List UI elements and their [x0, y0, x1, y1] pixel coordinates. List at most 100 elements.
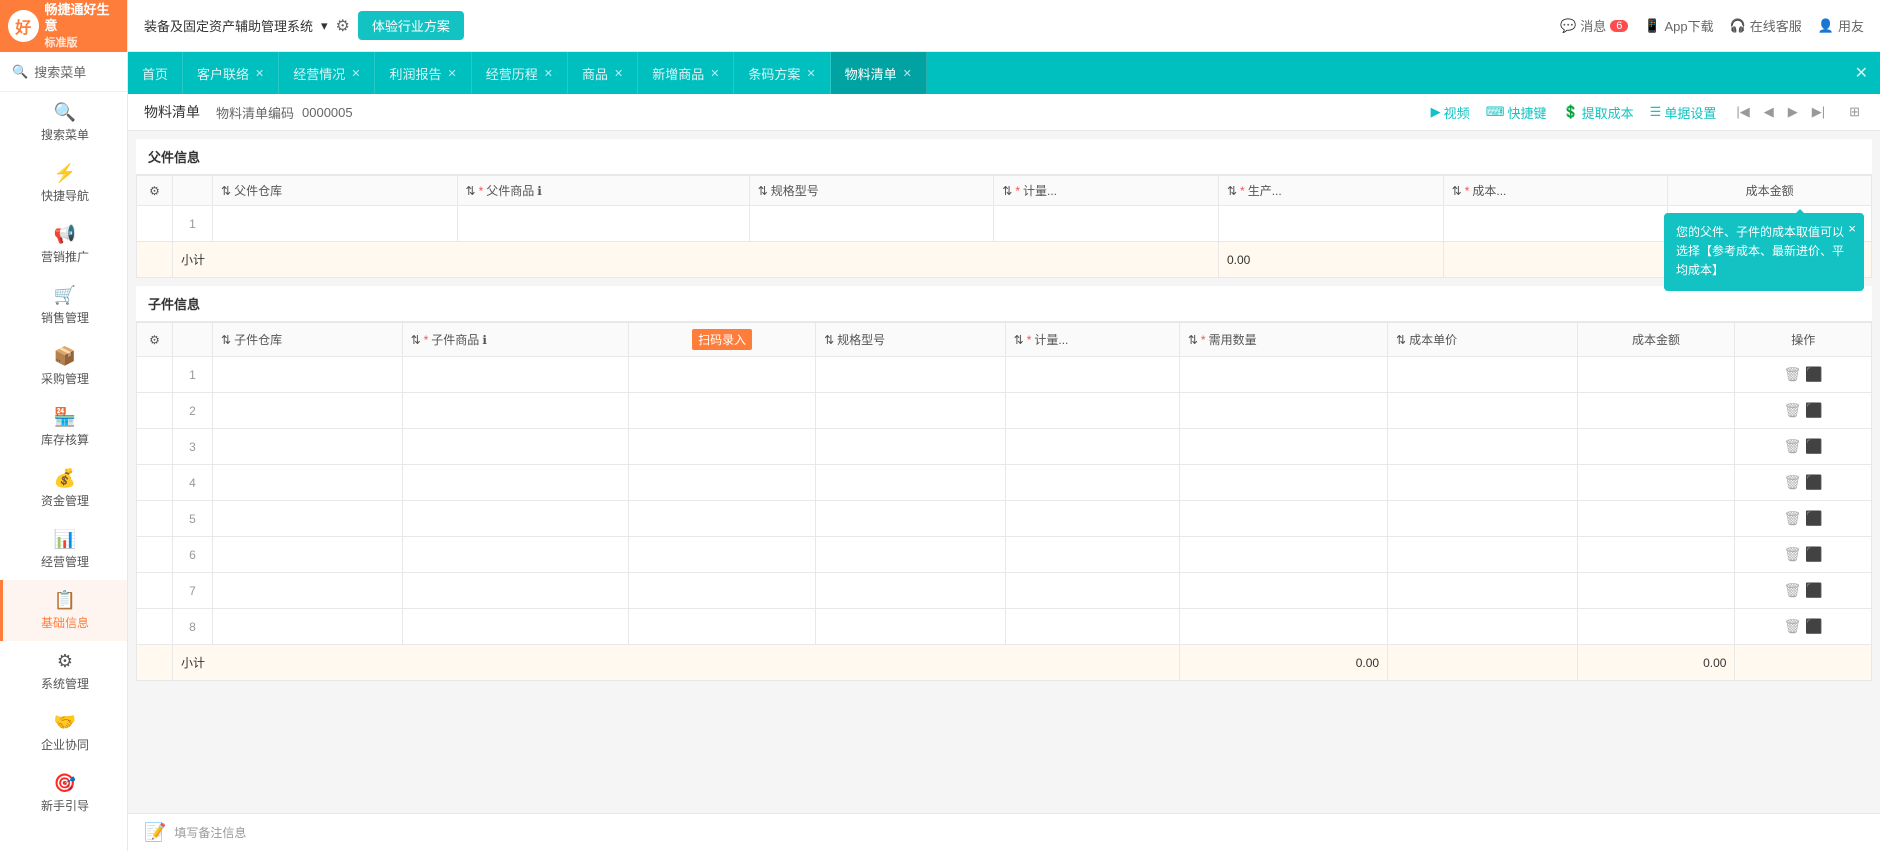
- child-row-spec-6[interactable]: [816, 573, 1006, 609]
- sidebar-item-5[interactable]: 🏪 库存核算: [0, 397, 127, 458]
- close-all-tabs-button[interactable]: ✕: [1843, 63, 1880, 83]
- copy-row-icon-6[interactable]: ⬛: [1805, 582, 1822, 599]
- child-row-unit-cost-7[interactable]: [1388, 609, 1578, 645]
- child-row-unit-cost-4[interactable]: [1388, 501, 1578, 537]
- parent-unit-sort[interactable]: ⇅: [1002, 184, 1012, 198]
- nav-tab-2[interactable]: 经营情况✕: [279, 52, 375, 94]
- dropdown-arrow[interactable]: ▾: [321, 18, 328, 34]
- parent-warehouse-sort[interactable]: ⇅: [221, 184, 231, 198]
- child-product-sort[interactable]: ⇅: [411, 333, 421, 347]
- sidebar-item-7[interactable]: 📊 经营管理: [0, 519, 127, 580]
- nav-tab-close-3[interactable]: ✕: [448, 67, 457, 80]
- parent-row-unit[interactable]: [994, 206, 1219, 242]
- child-row-product-0[interactable]: [402, 357, 629, 393]
- nav-tab-3[interactable]: 利润报告✕: [375, 52, 471, 94]
- cost-button[interactable]: 💲 提取成本: [1562, 103, 1633, 122]
- child-row-scan-3[interactable]: [629, 465, 816, 501]
- child-row-product-1[interactable]: [402, 393, 629, 429]
- copy-row-icon-7[interactable]: ⬛: [1805, 618, 1822, 635]
- scan-input-button[interactable]: 扫码录入: [692, 329, 752, 350]
- child-warehouse-sort[interactable]: ⇅: [221, 333, 231, 347]
- delete-row-icon-2[interactable]: 🗑: [1784, 438, 1802, 455]
- delete-row-icon-3[interactable]: 🗑: [1784, 474, 1802, 491]
- message-button[interactable]: 💬 消息 6: [1560, 16, 1628, 35]
- child-row-scan-7[interactable]: [629, 609, 816, 645]
- child-row-product-3[interactable]: [402, 465, 629, 501]
- child-row-unit-6[interactable]: [1005, 573, 1179, 609]
- copy-row-icon-5[interactable]: ⬛: [1805, 546, 1822, 563]
- child-row-product-5[interactable]: [402, 537, 629, 573]
- child-row-qty-6[interactable]: [1179, 573, 1387, 609]
- online-service-button[interactable]: 🎧 在线客服: [1730, 16, 1802, 35]
- nav-tab-6[interactable]: 新增商品✕: [638, 52, 734, 94]
- parent-row-cost[interactable]: [1443, 206, 1668, 242]
- child-row-warehouse-6[interactable]: [213, 573, 403, 609]
- child-row-spec-1[interactable]: [816, 393, 1006, 429]
- child-row-product-7[interactable]: [402, 609, 629, 645]
- prev-page-button[interactable]: ◀: [1760, 102, 1778, 122]
- child-row-qty-1[interactable]: [1179, 393, 1387, 429]
- sidebar-item-10[interactable]: 🤝 企业协同: [0, 702, 127, 763]
- child-row-warehouse-5[interactable]: [213, 537, 403, 573]
- parent-produce-sort[interactable]: ⇅: [1227, 184, 1237, 198]
- note-icon[interactable]: 📝: [144, 822, 166, 843]
- child-row-qty-4[interactable]: [1179, 501, 1387, 537]
- child-row-scan-5[interactable]: [629, 537, 816, 573]
- delete-row-icon-6[interactable]: 🗑: [1784, 582, 1802, 599]
- delete-row-icon-0[interactable]: 🗑: [1784, 366, 1802, 383]
- grid-view-icon[interactable]: ⊞: [1845, 102, 1864, 122]
- nav-tab-close-6[interactable]: ✕: [710, 67, 719, 80]
- child-row-qty-2[interactable]: [1179, 429, 1387, 465]
- parent-cost-sort[interactable]: ⇅: [1452, 184, 1462, 198]
- child-row-unit-cost-1[interactable]: [1388, 393, 1578, 429]
- nav-tab-close-5[interactable]: ✕: [614, 67, 623, 80]
- child-row-product-2[interactable]: [402, 429, 629, 465]
- child-row-spec-7[interactable]: [816, 609, 1006, 645]
- parent-row-product[interactable]: [457, 206, 749, 242]
- copy-row-icon-2[interactable]: ⬛: [1805, 438, 1822, 455]
- delete-row-icon-4[interactable]: 🗑: [1784, 510, 1802, 527]
- child-row-scan-6[interactable]: [629, 573, 816, 609]
- child-row-warehouse-7[interactable]: [213, 609, 403, 645]
- sidebar-item-8[interactable]: 📋 基础信息: [0, 580, 127, 641]
- nav-tab-5[interactable]: 商品✕: [568, 52, 638, 94]
- child-row-unit-cost-6[interactable]: [1388, 573, 1578, 609]
- child-row-spec-2[interactable]: [816, 429, 1006, 465]
- first-page-button[interactable]: |◀: [1732, 102, 1753, 122]
- child-qty-sort[interactable]: ⇅: [1188, 333, 1198, 347]
- delete-row-icon-1[interactable]: 🗑: [1784, 402, 1802, 419]
- child-row-warehouse-0[interactable]: [213, 357, 403, 393]
- user-menu[interactable]: 👤 用友: [1818, 16, 1864, 35]
- child-row-unit-1[interactable]: [1005, 393, 1179, 429]
- nav-tab-close-2[interactable]: ✕: [351, 67, 360, 80]
- child-row-unit-4[interactable]: [1005, 501, 1179, 537]
- nav-tab-close-7[interactable]: ✕: [806, 67, 815, 80]
- child-row-warehouse-2[interactable]: [213, 429, 403, 465]
- try-plan-button[interactable]: 体验行业方案: [358, 11, 464, 40]
- parent-spec-sort[interactable]: ⇅: [758, 184, 768, 198]
- child-row-warehouse-4[interactable]: [213, 501, 403, 537]
- child-unit-cost-sort[interactable]: ⇅: [1396, 333, 1406, 347]
- sidebar-search[interactable]: 🔍 搜索菜单: [0, 52, 127, 92]
- view-button[interactable]: ▶ 视频: [1431, 103, 1470, 122]
- child-row-qty-0[interactable]: [1179, 357, 1387, 393]
- nav-tab-close-8[interactable]: ✕: [903, 67, 912, 80]
- next-page-button[interactable]: ▶: [1784, 102, 1802, 122]
- nav-tab-close-4[interactable]: ✕: [544, 67, 553, 80]
- child-row-scan-1[interactable]: [629, 393, 816, 429]
- child-row-warehouse-1[interactable]: [213, 393, 403, 429]
- nav-tab-0[interactable]: 首页: [128, 52, 183, 94]
- settings-icon[interactable]: ⚙: [336, 16, 350, 36]
- child-row-product-6[interactable]: [402, 573, 629, 609]
- child-row-product-4[interactable]: [402, 501, 629, 537]
- nav-tab-8[interactable]: 物料清单✕: [831, 52, 927, 94]
- child-unit-sort[interactable]: ⇅: [1014, 333, 1024, 347]
- child-row-qty-5[interactable]: [1179, 537, 1387, 573]
- child-row-qty-7[interactable]: [1179, 609, 1387, 645]
- setting-button[interactable]: ☰ 单据设置: [1650, 103, 1717, 122]
- tooltip-close-button[interactable]: ×: [1848, 219, 1856, 240]
- last-page-button[interactable]: ▶|: [1808, 102, 1829, 122]
- child-row-scan-4[interactable]: [629, 501, 816, 537]
- copy-row-icon-0[interactable]: ⬛: [1805, 366, 1822, 383]
- child-row-spec-5[interactable]: [816, 537, 1006, 573]
